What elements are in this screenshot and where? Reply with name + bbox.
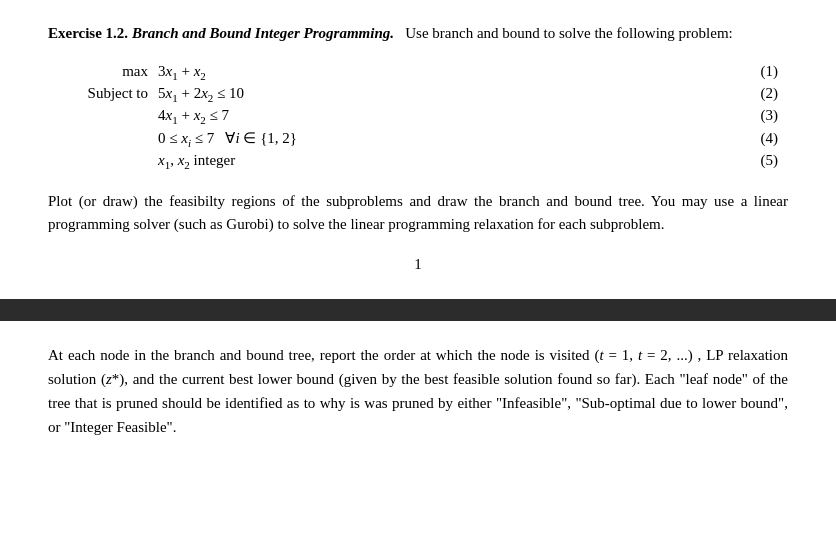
exercise-number: Exercise 1.2. bbox=[48, 25, 128, 41]
constraint4-number: (5) bbox=[738, 152, 788, 169]
page-bottom: At each node in the branch and bound tre… bbox=[0, 321, 836, 544]
constraint2-row: 4x1 + x2 ≤ 7 (3) bbox=[48, 107, 788, 126]
plot-paragraph: Plot (or draw) the feasibilty regions of… bbox=[48, 190, 788, 237]
constraint4-row: x1, x2 integer (5) bbox=[48, 152, 788, 171]
constraint1-row: Subject to 5x1 + 2x2 ≤ 10 (2) bbox=[48, 85, 788, 104]
objective-label: max bbox=[48, 63, 158, 80]
objective-number: (1) bbox=[738, 63, 788, 80]
page-top: Exercise 1.2. Branch and Bound Integer P… bbox=[0, 0, 836, 299]
page: Exercise 1.2. Branch and Bound Integer P… bbox=[0, 0, 836, 544]
constraint3-expr: 0 ≤ xi ≤ 7 ∀i ∈ {1, 2} bbox=[158, 129, 738, 149]
subject-to-label: Subject to bbox=[48, 85, 158, 102]
math-section: max 3x1 + x2 (1) Subject to 5x1 + 2x2 ≤ … bbox=[48, 63, 788, 174]
constraint3-number: (4) bbox=[738, 130, 788, 147]
page-number-section: 1 bbox=[48, 256, 788, 281]
constraint2-expr: 4x1 + x2 ≤ 7 bbox=[158, 107, 738, 126]
exercise-instruction: Use branch and bound to solve the follow… bbox=[405, 25, 732, 41]
constraint1-expr: 5x1 + 2x2 ≤ 10 bbox=[158, 85, 738, 104]
constraint1-number: (2) bbox=[738, 85, 788, 102]
objective-expr: 3x1 + x2 bbox=[158, 63, 738, 82]
exercise-name: Branch and Bound Integer Programming. bbox=[132, 25, 394, 41]
page-number: 1 bbox=[414, 256, 422, 272]
objective-row: max 3x1 + x2 (1) bbox=[48, 63, 788, 82]
constraint3-row: 0 ≤ xi ≤ 7 ∀i ∈ {1, 2} (4) bbox=[48, 129, 788, 149]
exercise-title: Exercise 1.2. Branch and Bound Integer P… bbox=[48, 22, 788, 45]
bottom-paragraph: At each node in the branch and bound tre… bbox=[48, 343, 788, 439]
constraint4-expr: x1, x2 integer bbox=[158, 152, 738, 171]
dark-separator-bar bbox=[0, 299, 836, 321]
constraint2-number: (3) bbox=[738, 107, 788, 124]
